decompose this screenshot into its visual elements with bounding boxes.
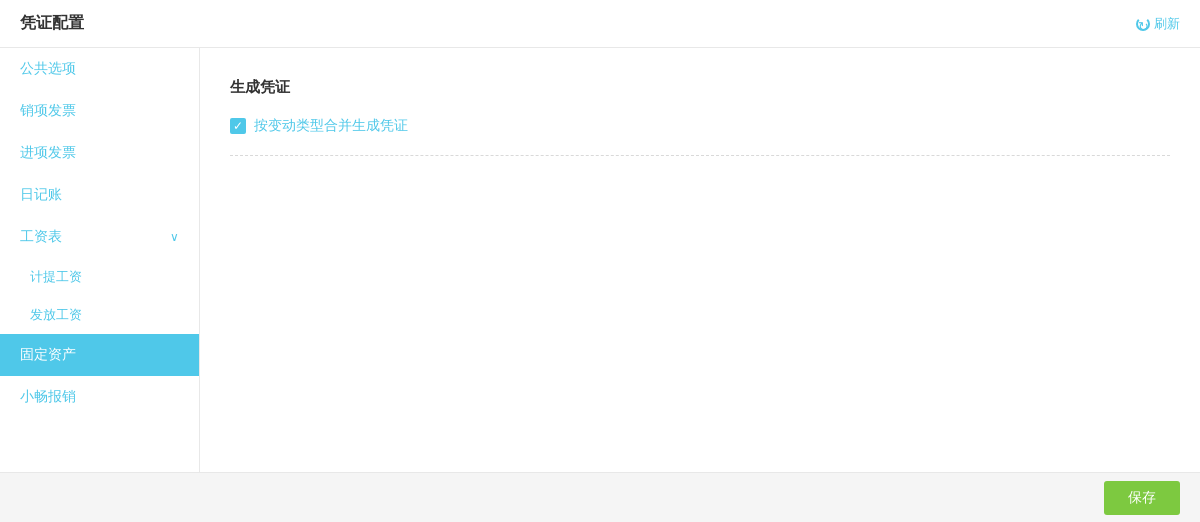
save-button[interactable]: 保存 [1104,481,1180,515]
sidebar-item-label: 进项发票 [20,144,76,162]
page-title: 凭证配置 [20,13,84,34]
body: 公共选项销项发票进项发票日记账工资表 ∨ 计提工资发放工资固定资产小畅报销 生成凭证… [0,48,1200,472]
footer: 保存 [0,472,1200,522]
section-title: 生成凭证 [230,78,1170,97]
sidebar-item-label: 公共选项 [20,60,76,78]
sidebar-item-expense-report[interactable]: 小畅报销 [0,376,199,418]
refresh-button[interactable]: ↻ 刷新 [1136,15,1180,33]
sidebar-item-payroll-table[interactable]: 工资表 ∨ [0,216,199,258]
sidebar-item-label: 日记账 [20,186,62,204]
refresh-label: 刷新 [1154,15,1180,33]
page-wrapper: 凭证配置 ↻ 刷新 公共选项销项发票进项发票日记账工资表 ∨ 计提工资发放工资固定资… [0,0,1200,522]
checkmark-icon: ✓ [233,120,243,132]
sidebar-item-fixed-assets[interactable]: 固定资产 [0,334,199,376]
chevron-down-icon: ∨ [170,230,179,244]
sidebar-item-label: 计提工资 [30,269,82,284]
header: 凭证配置 ↻ 刷新 [0,0,1200,48]
sidebar-item-sales-invoice[interactable]: 销项发票 [0,90,199,132]
sidebar-item-payroll-accrual[interactable]: 计提工资 [0,258,199,296]
sidebar-item-label: 固定资产 [20,346,76,364]
sidebar-item-label: 工资表 [20,228,62,246]
section-divider [230,155,1170,156]
sidebar: 公共选项销项发票进项发票日记账工资表 ∨ 计提工资发放工资固定资产小畅报销 [0,48,200,472]
sidebar-item-public-options[interactable]: 公共选项 [0,48,199,90]
sidebar-item-purchase-invoice[interactable]: 进项发票 [0,132,199,174]
refresh-icon: ↻ [1136,17,1150,31]
sidebar-item-label: 小畅报销 [20,388,76,406]
sidebar-item-label: 销项发票 [20,102,76,120]
sidebar-item-journal[interactable]: 日记账 [0,174,199,216]
checkbox-label[interactable]: 按变动类型合并生成凭证 [254,117,408,135]
merge-by-type-checkbox[interactable]: ✓ [230,118,246,134]
main-content: 生成凭证 ✓ 按变动类型合并生成凭证 [200,48,1200,472]
sidebar-item-payroll-payment[interactable]: 发放工资 [0,296,199,334]
sidebar-item-label: 发放工资 [30,307,82,322]
checkbox-row: ✓ 按变动类型合并生成凭证 [230,117,1170,135]
